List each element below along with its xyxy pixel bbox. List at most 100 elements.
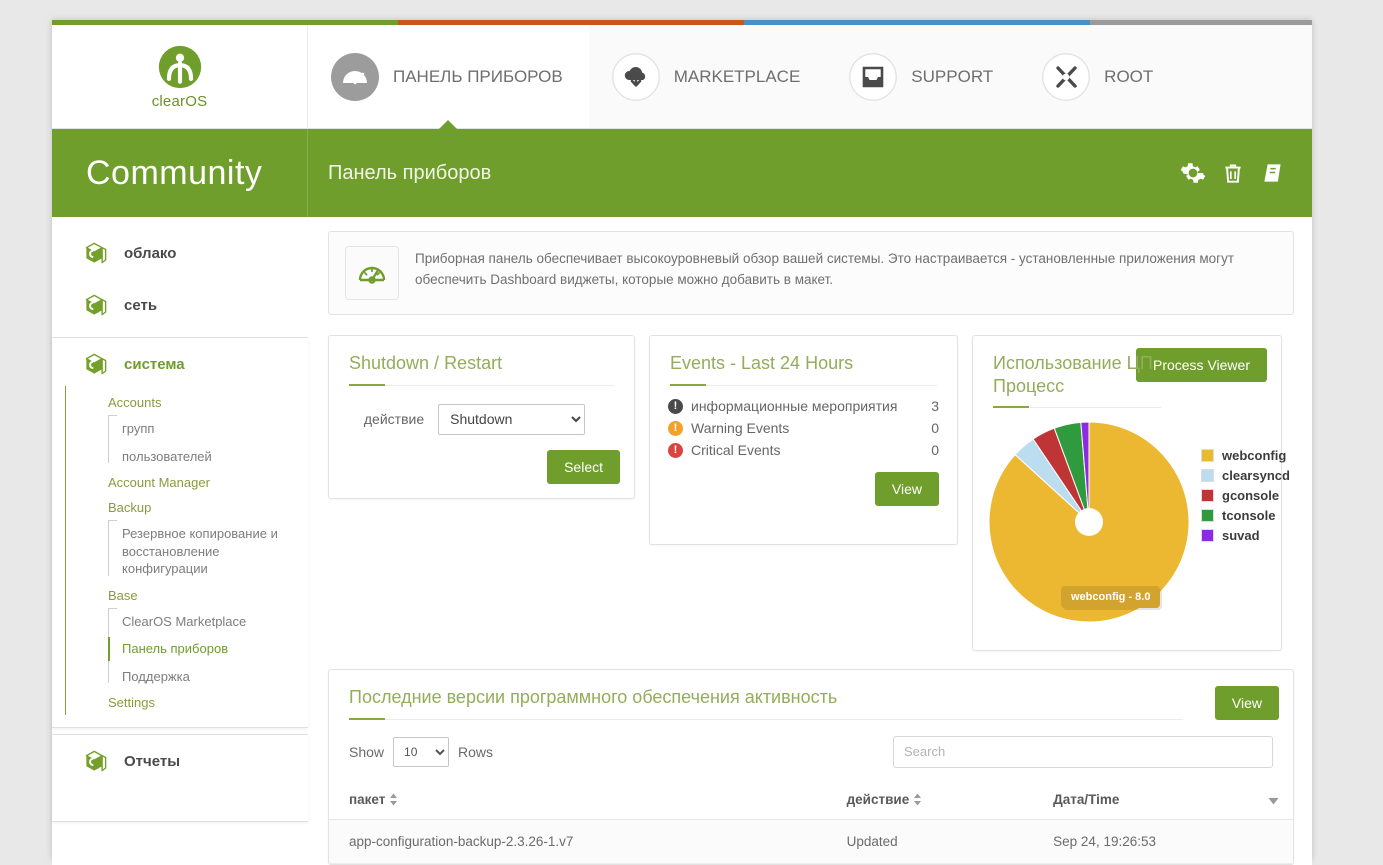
sidebar-leaf-item[interactable]: Поддержка bbox=[122, 663, 308, 691]
sidebar-section-2[interactable]: Account Manager bbox=[96, 470, 308, 495]
software-activity-widget: View Последние версии программного обесп… bbox=[328, 669, 1294, 865]
sidebar-leaf-item[interactable]: Панель приборов bbox=[108, 635, 308, 663]
sidebar-section-1[interactable]: Accounts bbox=[96, 390, 308, 415]
show-label: Show bbox=[349, 743, 385, 760]
legend-label: clearsyncd bbox=[1222, 468, 1290, 483]
sidebar-section-3[interactable]: Backup bbox=[96, 495, 308, 520]
sort-updown-icon bbox=[390, 793, 398, 806]
legend-swatch bbox=[1201, 489, 1214, 502]
page-title: Панель приборов bbox=[328, 161, 492, 184]
table-col-2[interactable]: действие bbox=[826, 781, 1034, 820]
nav-tab-label: ROOT bbox=[1104, 66, 1154, 86]
pie-tooltip: webconfig - 8.0 bbox=[1061, 586, 1161, 608]
shutdown-widget-title: Shutdown / Restart bbox=[349, 353, 503, 373]
trash-icon[interactable] bbox=[1220, 160, 1246, 186]
sort-updown-icon bbox=[914, 793, 922, 806]
sort-desc-icon bbox=[1268, 797, 1279, 804]
tools-icon bbox=[1042, 52, 1091, 101]
legend-item-suvad[interactable]: suvad bbox=[1201, 528, 1290, 543]
nav-tab-1[interactable]: ПАНЕЛЬ ПРИБОРОВ bbox=[308, 25, 589, 128]
sidebar-subtree: Accounts групп пользователей Account Manage… bbox=[52, 385, 308, 727]
legend-swatch bbox=[1201, 449, 1214, 462]
sidebar-group-1: облако bbox=[52, 227, 308, 279]
legend-item-tconsole[interactable]: tconsole bbox=[1201, 508, 1290, 523]
legend-swatch bbox=[1201, 469, 1214, 482]
legend-swatch bbox=[1201, 529, 1214, 542]
legend-label: webconfig bbox=[1222, 448, 1287, 463]
legend-item-webconfig[interactable]: webconfig bbox=[1201, 448, 1290, 463]
table-col-label: Дата/Time bbox=[1053, 791, 1120, 807]
title-underline bbox=[349, 717, 1183, 720]
table-cell: Updated bbox=[826, 819, 1034, 864]
table-cell: Sep 24, 19:26:53 bbox=[1033, 819, 1293, 864]
table-col-label: пакет bbox=[349, 791, 386, 807]
legend-label: tconsole bbox=[1222, 508, 1276, 523]
sidebar-section-5[interactable]: Settings bbox=[96, 690, 308, 715]
table-body: app-configuration-backup-2.3.26-1.v7 Upda… bbox=[329, 819, 1293, 864]
inbox-icon bbox=[849, 52, 898, 101]
sidebar-section-4[interactable]: Base bbox=[96, 583, 308, 608]
banner-text: Приборная панель обеспечивает высокоуров… bbox=[415, 251, 1235, 287]
event-row-critical: ! Critical Events 0 bbox=[668, 440, 939, 460]
sidebar-item-1[interactable]: облако bbox=[52, 227, 308, 279]
search-input[interactable] bbox=[893, 735, 1273, 768]
shutdown-action-select[interactable]: ShutdownRestart bbox=[438, 403, 586, 435]
table-col-3[interactable]: Дата/Time bbox=[1033, 781, 1293, 820]
sidebar-leaf-list: ClearOS Marketplace Панель приборов Поддер… bbox=[96, 607, 308, 691]
title-underline bbox=[670, 383, 937, 386]
gear-icon[interactable] bbox=[1180, 160, 1206, 186]
pie-legend: webconfig clearsyncd gconsole tconsole suvad bbox=[1191, 420, 1290, 548]
event-count: 3 bbox=[931, 397, 939, 414]
table-header-row: пакет действие Дата/Time bbox=[329, 781, 1293, 820]
sidebar-leaf-list: групп пользователей bbox=[96, 415, 308, 470]
info-banner: Приборная панель обеспечивает высокоуров… bbox=[328, 231, 1294, 315]
table-row[interactable]: app-configuration-backup-2.3.26-1.v7 Upda… bbox=[329, 819, 1293, 864]
nav-tab-3[interactable]: SUPPORT bbox=[826, 25, 1019, 128]
event-row-warning: ! Warning Events 0 bbox=[668, 418, 939, 438]
page-size-select[interactable]: 102550100 bbox=[393, 736, 450, 767]
title-underline bbox=[349, 383, 614, 386]
edition-label: Community bbox=[86, 153, 263, 192]
info-icon: ! bbox=[668, 398, 683, 414]
table-col-label: действие bbox=[846, 791, 910, 807]
events-list: ! информационные мероприятия 3! Warning Eve… bbox=[650, 386, 957, 461]
legend-item-gconsole[interactable]: gconsole bbox=[1201, 488, 1290, 503]
shutdown-select-button[interactable]: Select bbox=[547, 449, 620, 484]
book-icon[interactable] bbox=[1260, 160, 1286, 186]
events-view-button[interactable]: View bbox=[874, 472, 939, 507]
nav-tab-2[interactable]: MARKETPLACE bbox=[589, 25, 827, 128]
edition-badge: Community bbox=[52, 129, 308, 217]
sidebar-leaf-item[interactable]: групп bbox=[122, 415, 308, 443]
nav-tab-4[interactable]: ROOT bbox=[1019, 25, 1179, 128]
banner-icon-box bbox=[345, 246, 399, 300]
event-label: Critical Events bbox=[691, 442, 781, 459]
dashboard-gauge-icon bbox=[358, 266, 386, 284]
table-col-1[interactable]: пакет bbox=[329, 781, 827, 820]
main-content: Приборная панель обеспечивает высокоуров… bbox=[308, 217, 1312, 865]
top-navigation: clearOS ПАНЕЛЬ ПРИБОРОВ MARKETPLACE SUPPOR… bbox=[52, 25, 1312, 129]
sidebar-item-label: Отчеты bbox=[124, 752, 181, 770]
sidebar-leaf-item[interactable]: ClearOS Marketplace bbox=[122, 608, 308, 636]
event-count: 0 bbox=[931, 442, 939, 459]
dashboard-gauge-icon bbox=[331, 52, 379, 101]
sidebar-leaf-item[interactable]: пользователей bbox=[122, 443, 308, 471]
clearos-window: clearOS ПАНЕЛЬ ПРИБОРОВ MARKETPLACE SUPPOR… bbox=[52, 20, 1312, 865]
sidebar-item-2[interactable]: сеть bbox=[52, 279, 308, 331]
title-band: Community Панель приборов bbox=[52, 129, 1312, 217]
sidebar-item-3[interactable]: система bbox=[52, 338, 308, 390]
cube-icon bbox=[85, 353, 107, 375]
sidebar-leaf-item[interactable]: Резервное копирование и восстановление к… bbox=[122, 520, 308, 583]
event-count: 0 bbox=[931, 419, 939, 436]
legend-swatch bbox=[1201, 509, 1214, 522]
shutdown-restart-widget: Shutdown / Restart действие ShutdownRest… bbox=[328, 335, 635, 499]
events-widget: Events - Last 24 Hours ! информационные м… bbox=[649, 335, 958, 545]
legend-label: suvad bbox=[1222, 528, 1260, 543]
nav-tab-label: MARKETPLACE bbox=[673, 66, 801, 86]
cloud-download-icon bbox=[611, 52, 660, 101]
legend-item-clearsyncd[interactable]: clearsyncd bbox=[1201, 468, 1290, 483]
sidebar-item-4[interactable]: Отчеты bbox=[52, 735, 308, 787]
brand-logo[interactable]: clearOS bbox=[52, 25, 308, 128]
nav-tab-label: SUPPORT bbox=[911, 66, 994, 86]
critical-icon: ! bbox=[668, 443, 683, 459]
clearos-logo-icon bbox=[158, 45, 201, 88]
